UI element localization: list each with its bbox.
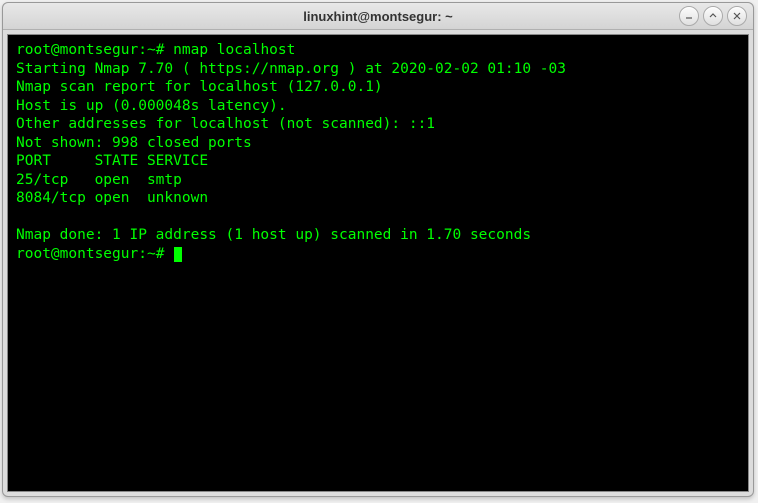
titlebar[interactable]: linuxhint@montsegur: ~ [3, 3, 753, 30]
prompt-userhost: root@montsegur [16, 246, 138, 262]
window-controls [679, 6, 747, 26]
minimize-icon [685, 12, 693, 20]
output-line: Starting Nmap 7.70 ( https://nmap.org ) … [16, 61, 566, 77]
terminal-body[interactable]: root@montsegur:~# nmap localhost Startin… [7, 34, 749, 492]
minimize-button[interactable] [679, 6, 699, 26]
prompt-sep: : [138, 42, 147, 58]
command-text: nmap localhost [173, 42, 295, 58]
output-line: Not shown: 998 closed ports [16, 135, 252, 151]
maximize-icon [709, 12, 717, 20]
output-line: Nmap scan report for localhost (127.0.0.… [16, 79, 383, 95]
output-line: Host is up (0.000048s latency). [16, 98, 287, 114]
output-line: Nmap done: 1 IP address (1 host up) scan… [16, 227, 531, 243]
prompt-symbol: # [156, 42, 165, 58]
prompt-userhost: root@montsegur [16, 42, 138, 58]
output-line: 25/tcp open smtp [16, 172, 182, 188]
prompt-path: ~ [147, 246, 156, 262]
close-icon [733, 12, 741, 20]
terminal-window: linuxhint@montsegur: ~ root@montsegur:~#… [2, 2, 754, 497]
prompt-sep: : [138, 246, 147, 262]
prompt-symbol: # [156, 246, 165, 262]
close-button[interactable] [727, 6, 747, 26]
prompt-path: ~ [147, 42, 156, 58]
window-title: linuxhint@montsegur: ~ [303, 9, 453, 24]
cursor [174, 247, 182, 262]
maximize-button[interactable] [703, 6, 723, 26]
output-line: Other addresses for localhost (not scann… [16, 116, 435, 132]
output-line: 8084/tcp open unknown [16, 190, 208, 206]
output-line: PORT STATE SERVICE [16, 153, 208, 169]
